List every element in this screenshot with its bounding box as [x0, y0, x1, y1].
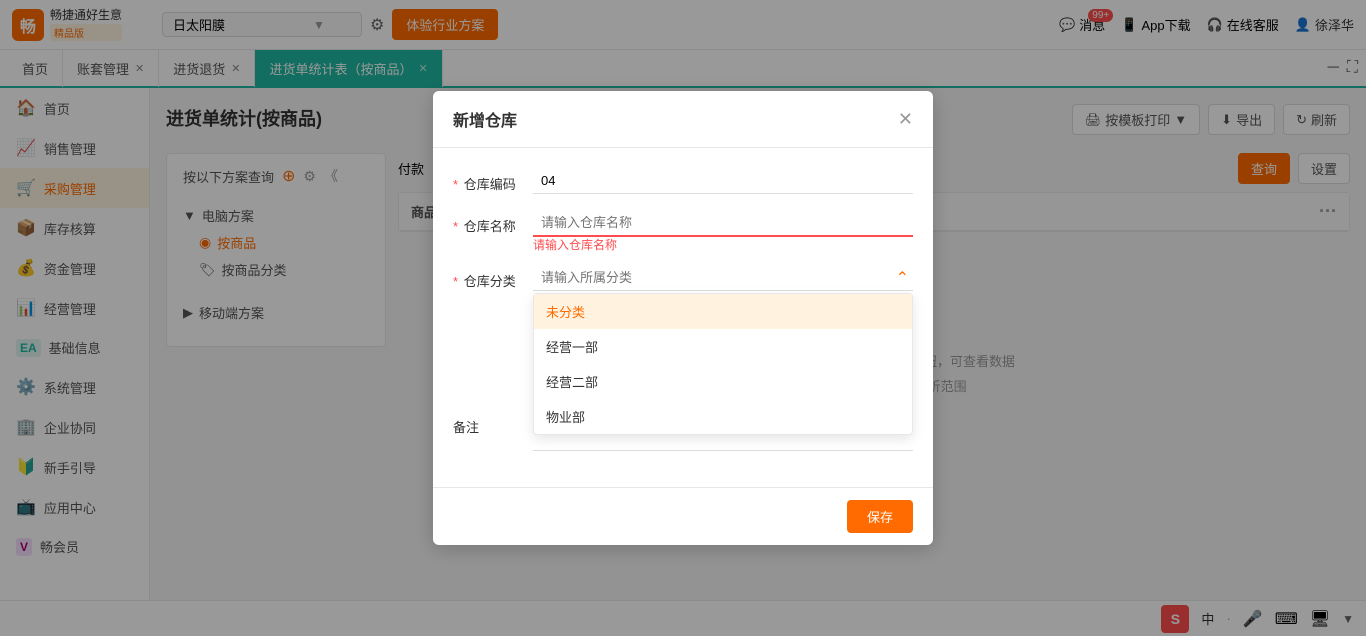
modal-title: 新增仓库: [453, 107, 517, 131]
category-input[interactable]: [533, 265, 913, 291]
name-label: * 仓库名称: [453, 210, 533, 235]
form-row-category: * 仓库分类 ⌃ 未分类 经营一部 经营二部 物业部: [453, 265, 913, 291]
code-label: * 仓库编码: [453, 168, 533, 193]
modal-overlay[interactable]: 新增仓库 ✕ * 仓库编码 * 仓库名称 请输入仓库名称: [0, 0, 1366, 636]
modal-footer: 保存: [433, 487, 933, 545]
note-label: 备注: [453, 411, 533, 436]
modal-body: * 仓库编码 * 仓库名称 请输入仓库名称 *: [433, 148, 933, 487]
dropdown-item-dept1[interactable]: 经营一部: [534, 329, 912, 364]
dropdown-item-dept2[interactable]: 经营二部: [534, 364, 912, 399]
form-row-code: * 仓库编码: [453, 168, 913, 194]
form-row-name: * 仓库名称 请输入仓库名称: [453, 210, 913, 237]
category-dropdown: 未分类 经营一部 经营二部 物业部: [533, 293, 913, 435]
name-input-wrap: 请输入仓库名称: [533, 210, 913, 237]
modal-close-btn[interactable]: ✕: [898, 109, 913, 130]
name-input[interactable]: [533, 210, 913, 237]
category-select-wrap: ⌃ 未分类 经营一部 经营二部 物业部: [533, 265, 913, 291]
name-error-msg: 请输入仓库名称: [533, 236, 617, 253]
dropdown-item-dept3[interactable]: 物业部: [534, 399, 912, 434]
modal-new-warehouse: 新增仓库 ✕ * 仓库编码 * 仓库名称 请输入仓库名称: [433, 91, 933, 545]
category-label: * 仓库分类: [453, 265, 533, 290]
modal-header: 新增仓库 ✕: [433, 91, 933, 148]
save-btn[interactable]: 保存: [847, 500, 913, 533]
dropdown-item-uncategorized[interactable]: 未分类: [534, 294, 912, 329]
code-input[interactable]: [533, 168, 913, 194]
category-arrow-icon[interactable]: ⌃: [896, 268, 909, 288]
